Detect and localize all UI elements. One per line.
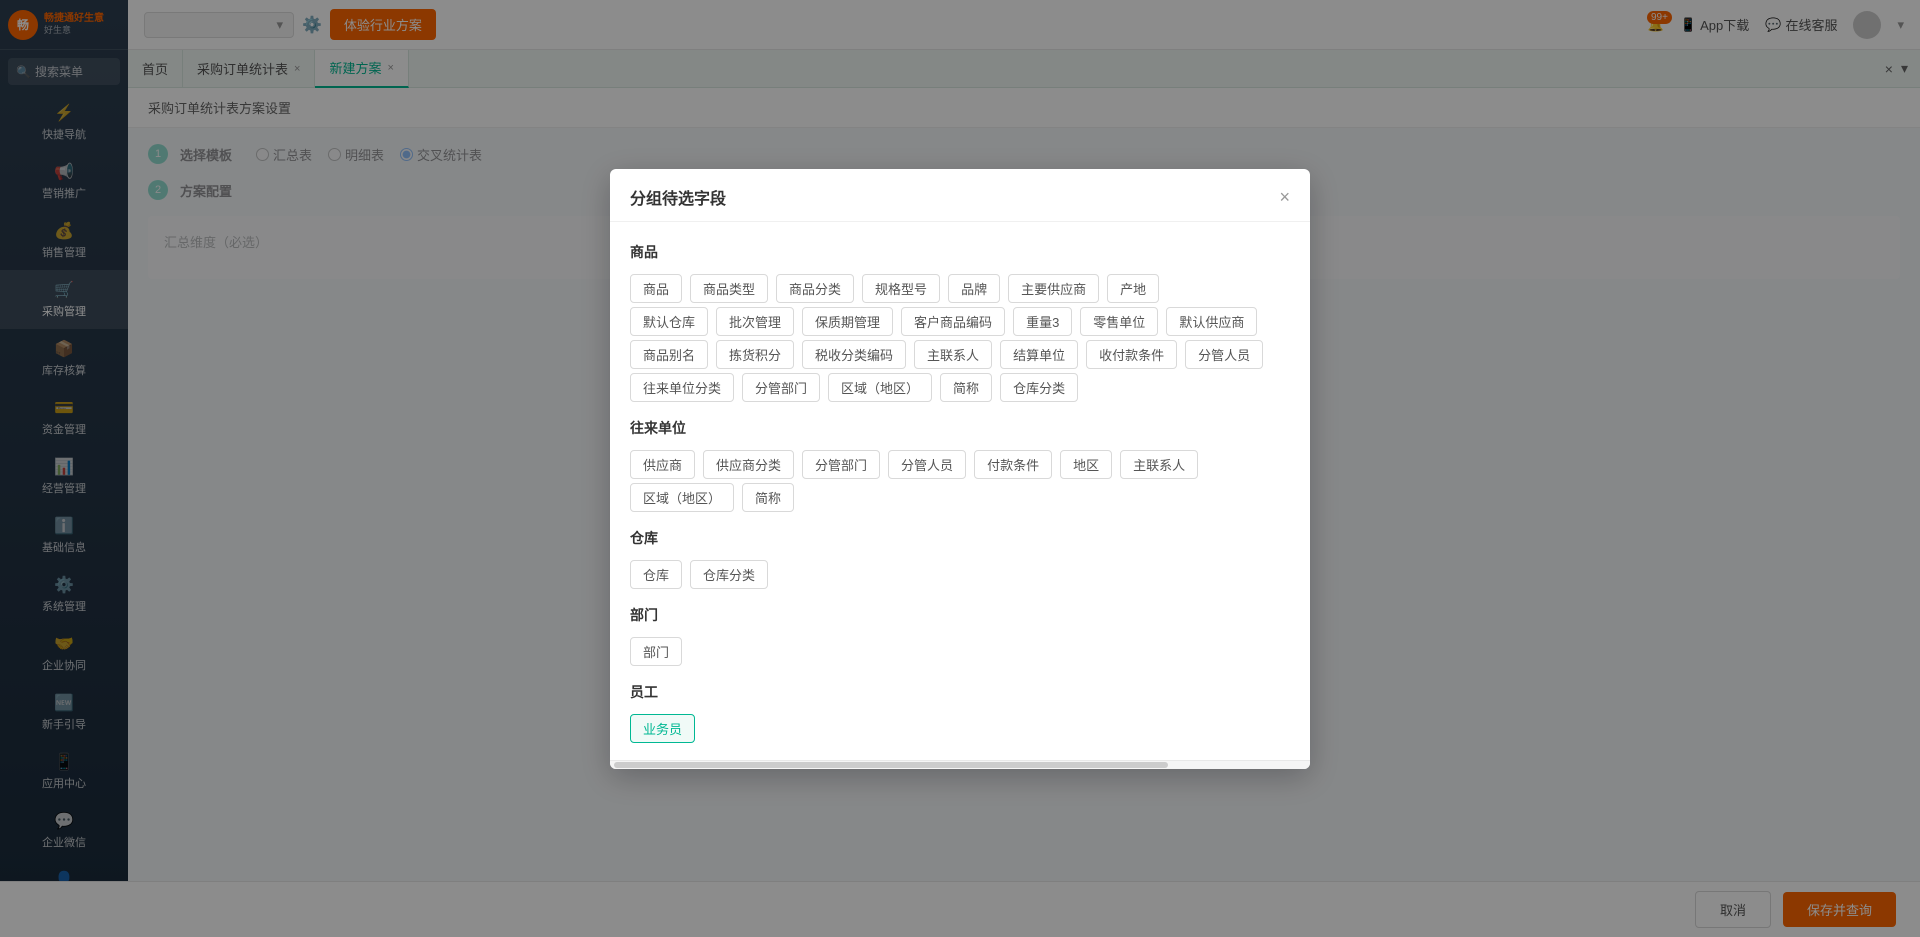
section-product-tags-3: 商品别名 拣货积分 税收分类编码 主联系人 结算单位 收付款条件 分管人员 xyxy=(630,340,1290,369)
tag-main-contact-partner[interactable]: 主联系人 xyxy=(1120,450,1198,479)
section-partner-tags: 供应商 供应商分类 分管部门 分管人员 付款条件 地区 主联系人 xyxy=(630,450,1290,479)
tag-default-supplier[interactable]: 默认供应商 xyxy=(1166,307,1257,336)
tag-weight[interactable]: 重量3 xyxy=(1013,307,1072,336)
tag-main-contact[interactable]: 主联系人 xyxy=(914,340,992,369)
tag-supplier-category[interactable]: 供应商分类 xyxy=(703,450,794,479)
tag-product-type[interactable]: 商品类型 xyxy=(690,274,768,303)
tag-partner-category[interactable]: 往来单位分类 xyxy=(630,373,734,402)
section-employee-title: 员工 xyxy=(630,682,1290,702)
tag-area[interactable]: 地区 xyxy=(1060,450,1112,479)
modal-horizontal-scrollbar[interactable] xyxy=(610,760,1310,768)
modal-close-button[interactable]: × xyxy=(1279,188,1290,206)
section-product-tags-4: 往来单位分类 分管部门 区域（地区） 简称 仓库分类 xyxy=(630,373,1290,402)
tag-brand[interactable]: 品牌 xyxy=(948,274,1000,303)
tag-spec-model[interactable]: 规格型号 xyxy=(862,274,940,303)
section-warehouse-tags: 仓库 仓库分类 xyxy=(630,560,1290,589)
tag-warehouse-cat[interactable]: 仓库分类 xyxy=(690,560,768,589)
tag-default-warehouse[interactable]: 默认仓库 xyxy=(630,307,708,336)
section-warehouse-title: 仓库 xyxy=(630,528,1290,548)
tag-pick-score[interactable]: 拣货积分 xyxy=(716,340,794,369)
modal-body[interactable]: 商品 商品 商品类型 商品分类 规格型号 品牌 主要供应商 产地 默认仓库 批次… xyxy=(610,222,1310,761)
tag-settlement-unit[interactable]: 结算单位 xyxy=(1000,340,1078,369)
section-product-tags: 商品 商品类型 商品分类 规格型号 品牌 主要供应商 产地 xyxy=(630,274,1290,303)
tag-main-supplier[interactable]: 主要供应商 xyxy=(1008,274,1099,303)
tag-supplier[interactable]: 供应商 xyxy=(630,450,695,479)
tag-tax-code[interactable]: 税收分类编码 xyxy=(802,340,906,369)
tag-shelf-life[interactable]: 保质期管理 xyxy=(802,307,893,336)
tag-region-partner[interactable]: 区域（地区） xyxy=(630,483,734,512)
tag-product-category[interactable]: 商品分类 xyxy=(776,274,854,303)
modal-hscroll-thumb xyxy=(614,762,1168,768)
tag-product[interactable]: 商品 xyxy=(630,274,682,303)
tag-retail-unit[interactable]: 零售单位 xyxy=(1080,307,1158,336)
modal-dialog: 分组待选字段 × 商品 商品 商品类型 商品分类 规格型号 品牌 主要供应商 产… xyxy=(610,169,1310,769)
tag-supervisor[interactable]: 分管人员 xyxy=(1185,340,1263,369)
tag-managed-person-partner[interactable]: 分管人员 xyxy=(888,450,966,479)
modal-overlay: 分组待选字段 × 商品 商品 商品类型 商品分类 规格型号 品牌 主要供应商 产… xyxy=(0,0,1920,937)
tag-payment-terms[interactable]: 收付款条件 xyxy=(1086,340,1177,369)
tag-batch-mgmt[interactable]: 批次管理 xyxy=(716,307,794,336)
tag-product-alias[interactable]: 商品别名 xyxy=(630,340,708,369)
modal-title: 分组待选字段 xyxy=(630,185,726,209)
section-product-tags-2: 默认仓库 批次管理 保质期管理 客户商品编码 重量3 零售单位 默认供应商 xyxy=(630,307,1290,336)
tag-warehouse[interactable]: 仓库 xyxy=(630,560,682,589)
tag-managed-dept[interactable]: 分管部门 xyxy=(742,373,820,402)
tag-managed-dept-partner[interactable]: 分管部门 xyxy=(802,450,880,479)
tag-short-name[interactable]: 简称 xyxy=(940,373,992,402)
tag-salesperson[interactable]: 业务员 xyxy=(630,714,695,743)
tag-payment-cond[interactable]: 付款条件 xyxy=(974,450,1052,479)
section-product-title: 商品 xyxy=(630,242,1290,262)
tag-short-name-partner[interactable]: 简称 xyxy=(742,483,794,512)
tag-region[interactable]: 区域（地区） xyxy=(828,373,932,402)
section-partner-title: 往来单位 xyxy=(630,418,1290,438)
modal-header: 分组待选字段 × xyxy=(610,169,1310,222)
tag-warehouse-category[interactable]: 仓库分类 xyxy=(1000,373,1078,402)
section-department-tags: 部门 xyxy=(630,637,1290,666)
tag-department[interactable]: 部门 xyxy=(630,637,682,666)
section-employee-tags: 业务员 xyxy=(630,714,1290,743)
section-department-title: 部门 xyxy=(630,605,1290,625)
tag-origin[interactable]: 产地 xyxy=(1107,274,1159,303)
section-partner-tags-2: 区域（地区） 简称 xyxy=(630,483,1290,512)
tag-customer-code[interactable]: 客户商品编码 xyxy=(901,307,1005,336)
